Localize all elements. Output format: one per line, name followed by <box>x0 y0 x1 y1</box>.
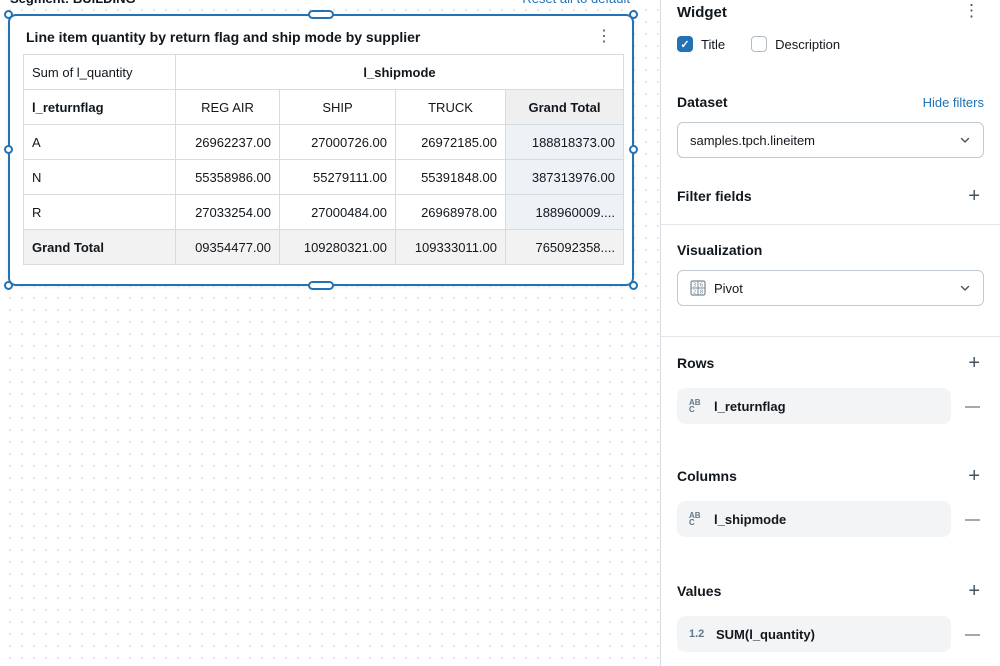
pivot-viz-icon: 3 6 2 8 <box>690 280 706 296</box>
values-field-pill[interactable]: 1.2 SUM(l_quantity) <box>677 616 951 652</box>
title-checkbox[interactable]: ✓ <box>677 36 693 52</box>
chevron-down-icon <box>960 285 970 291</box>
columns-field-pill[interactable]: AB C l_shipmode <box>677 501 951 537</box>
cell-value: 109333011.00 <box>395 229 506 265</box>
check-icon: ✓ <box>680 38 690 51</box>
resize-handle-bottom-left[interactable] <box>4 281 13 290</box>
divider <box>661 224 1000 225</box>
add-value-field-icon[interactable]: + <box>964 579 984 603</box>
add-filter-field-icon[interactable]: + <box>964 184 984 208</box>
dataset-select-value: samples.tpch.lineitem <box>690 132 815 148</box>
description-checkbox[interactable] <box>751 36 768 52</box>
columns-field-name: l_shipmode <box>714 511 787 527</box>
table-row: A 26962237.00 27000726.00 26972185.00 18… <box>23 124 624 160</box>
resize-handle-left[interactable] <box>4 145 13 154</box>
segment-filter-chip[interactable]: Segment: BUILDING <box>10 0 136 6</box>
values-label: Values <box>677 583 722 599</box>
rows-field-pill[interactable]: AB C l_returnflag <box>677 388 951 424</box>
cell-value: 55358986.00 <box>175 159 280 195</box>
cell-value: 09354477.00 <box>175 229 280 265</box>
cell-value: 26972185.00 <box>395 124 506 160</box>
visualization-select[interactable]: 3 6 2 8 Pivot <box>677 270 984 306</box>
panel-kebab-icon[interactable]: ⋮ <box>959 0 984 21</box>
cell-value: 26962237.00 <box>175 124 280 160</box>
numeric-type-icon: 1.2 <box>689 628 705 640</box>
cell-grand-total: 188960009.... <box>505 194 624 230</box>
remove-column-field-icon[interactable]: — <box>961 510 984 529</box>
cell-grand-total: 765092358.... <box>505 229 624 265</box>
cell-value: 109280321.00 <box>279 229 396 265</box>
pivot-widget[interactable]: Line item quantity by return flag and sh… <box>4 10 638 290</box>
row-label: R <box>23 194 176 230</box>
string-type-icon: AB C <box>689 511 701 527</box>
resize-handle-bottom[interactable] <box>308 281 334 290</box>
row-label: Grand Total <box>23 229 176 265</box>
divider <box>661 336 1000 337</box>
widget-config-panel: Widget ⋮ ✓ Title Description Dataset Hid… <box>660 0 1000 666</box>
description-checkbox-label[interactable]: Description <box>775 37 840 52</box>
cell-grand-total: 188818373.00 <box>505 124 624 160</box>
pivot-header-row: l_returnflag REG AIR SHIP TRUCK Grand To… <box>23 89 624 125</box>
string-type-icon: AB C <box>689 398 701 414</box>
svg-text:3: 3 <box>693 283 697 289</box>
table-row: N 55358986.00 55279111.00 55391848.00 38… <box>23 159 624 195</box>
cell-value: 55279111.00 <box>279 159 396 195</box>
cell-value: 27033254.00 <box>175 194 280 230</box>
pivot-col-header: REG AIR <box>175 89 280 125</box>
pivot-grand-total-header: Grand Total <box>505 89 624 125</box>
row-label: A <box>23 124 176 160</box>
widget-kebab-icon[interactable]: ⋮ <box>592 29 616 45</box>
pivot-column-group-header: l_shipmode <box>175 54 624 90</box>
add-row-field-icon[interactable]: + <box>964 351 984 375</box>
visualization-label: Visualization <box>677 242 763 258</box>
grand-total-row: Grand Total 09354477.00 109280321.00 109… <box>23 229 624 265</box>
resize-handle-bottom-right[interactable] <box>629 281 638 290</box>
resize-handle-top-right[interactable] <box>629 10 638 19</box>
pivot-col-header: TRUCK <box>395 89 506 125</box>
resize-handle-right[interactable] <box>629 145 638 154</box>
dashboard-canvas[interactable]: Segment: BUILDING Reset all to default L… <box>0 0 660 666</box>
resize-handle-top-left[interactable] <box>4 10 13 19</box>
dashboard-editor: Segment: BUILDING Reset all to default L… <box>0 0 1000 666</box>
cell-grand-total: 387313976.00 <box>505 159 624 195</box>
rows-label: Rows <box>677 355 715 371</box>
dataset-select[interactable]: samples.tpch.lineitem <box>677 122 984 158</box>
pivot-header-group-row: Sum of l_quantity l_shipmode <box>23 54 624 90</box>
columns-label: Columns <box>677 468 737 484</box>
title-checkbox-label[interactable]: Title <box>701 37 725 52</box>
pivot-row-field-header: l_returnflag <box>23 89 176 125</box>
cell-value: 27000726.00 <box>279 124 396 160</box>
add-column-field-icon[interactable]: + <box>964 464 984 488</box>
widget-title: Line item quantity by return flag and sh… <box>26 29 421 45</box>
pivot-corner-cell: Sum of l_quantity <box>23 54 176 90</box>
svg-text:2: 2 <box>693 290 697 296</box>
remove-value-field-icon[interactable]: — <box>961 625 984 644</box>
svg-text:6: 6 <box>700 283 704 289</box>
resize-handle-top[interactable] <box>308 10 334 19</box>
svg-text:8: 8 <box>700 290 704 296</box>
chevron-down-icon <box>960 137 970 143</box>
hide-filters-link[interactable]: Hide filters <box>923 95 984 110</box>
reset-all-link[interactable]: Reset all to default <box>522 0 630 6</box>
cell-value: 55391848.00 <box>395 159 506 195</box>
rows-field-name: l_returnflag <box>714 398 786 414</box>
table-row: R 27033254.00 27000484.00 26968978.00 18… <box>23 194 624 230</box>
panel-title: Widget <box>677 4 727 21</box>
pivot-col-header: SHIP <box>279 89 396 125</box>
cell-value: 26968978.00 <box>395 194 506 230</box>
pivot-table: Sum of l_quantity l_shipmode l_returnfla… <box>23 54 624 265</box>
filter-fields-label: Filter fields <box>677 188 752 204</box>
row-label: N <box>23 159 176 195</box>
remove-row-field-icon[interactable]: — <box>961 397 984 416</box>
values-field-name: SUM(l_quantity) <box>716 626 815 642</box>
dataset-label: Dataset <box>677 94 728 110</box>
visualization-select-value: Pivot <box>714 280 743 296</box>
cell-value: 27000484.00 <box>279 194 396 230</box>
